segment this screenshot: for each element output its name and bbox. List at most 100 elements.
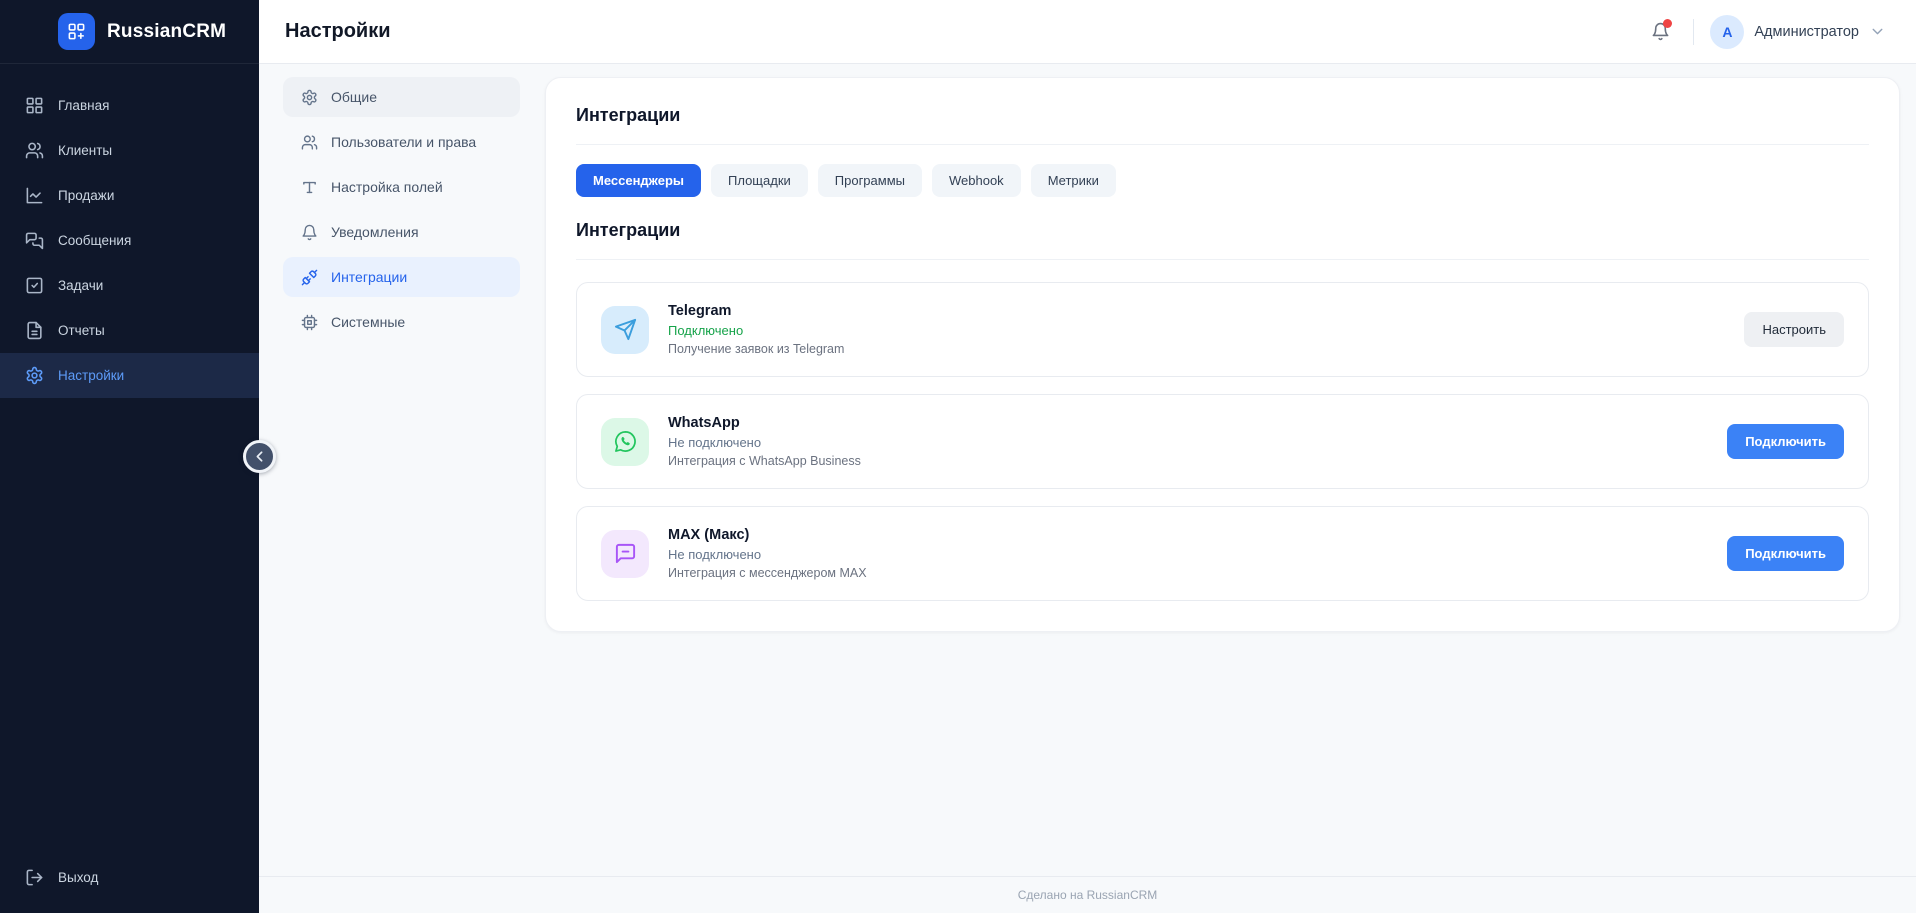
- sidebar-item-label: Клиенты: [58, 143, 113, 158]
- header-actions: А Администратор: [1643, 14, 1886, 49]
- sidebar-item-label: Сообщения: [58, 233, 132, 248]
- divider: [576, 144, 1869, 145]
- settings-tab-label: Общие: [331, 89, 378, 105]
- sidebar-item-home[interactable]: Главная: [0, 83, 259, 128]
- integration-description: Интеграция с WhatsApp Business: [668, 454, 861, 468]
- chart-line-icon: [26, 187, 43, 204]
- settings-tab-users[interactable]: Пользователи и права: [283, 122, 520, 162]
- bell-icon: [302, 224, 317, 240]
- logout-label: Выход: [58, 870, 99, 885]
- integration-name: MAX (Макс): [668, 527, 750, 543]
- sidebar-item-label: Настройки: [58, 368, 125, 383]
- tab-metrics[interactable]: Метрики: [1030, 164, 1116, 197]
- sidebar-collapse-button[interactable]: [243, 440, 276, 473]
- integration-list: Telegram Подключено Получение заявок из …: [576, 282, 1869, 601]
- integration-status: Подключено: [668, 323, 744, 338]
- document-icon: [27, 321, 42, 340]
- integration-status: Не подключено: [668, 435, 762, 450]
- check-square-icon: [26, 277, 43, 294]
- brand-logo: RussianCRM: [0, 0, 259, 64]
- brand-name: RussianCRM: [107, 20, 227, 42]
- notifications-button[interactable]: [1643, 15, 1677, 49]
- sidebar-item-reports[interactable]: Отчеты: [0, 308, 259, 353]
- integration-action: Подключить: [1727, 424, 1844, 459]
- integrations-panel: Интеграции Мессенджеры Площадки Программ…: [545, 77, 1900, 632]
- integration-description: Интеграция с мессенджером MAX: [668, 566, 867, 580]
- integration-action: Подключить: [1727, 536, 1844, 571]
- tab-programs[interactable]: Программы: [817, 164, 922, 197]
- integration-card-whatsapp: WhatsApp Не подключено Интеграция с What…: [576, 394, 1869, 489]
- logout-icon: [26, 869, 43, 886]
- section-title: Интеграции: [576, 220, 681, 240]
- app-footer: Сделано на RussianCRM: [259, 876, 1916, 913]
- settings-tab-notifications[interactable]: Уведомления: [283, 212, 520, 252]
- cpu-icon: [301, 314, 318, 330]
- sidebar-nav: Главная Клиенты Продажи Сообщения Задачи…: [0, 64, 259, 398]
- user-name: Администратор: [1754, 23, 1859, 40]
- top-header: Настройки А Администратор: [259, 0, 1916, 64]
- page-title: Настройки: [285, 20, 391, 42]
- integration-info: Telegram Подключено Получение заявок из …: [668, 303, 844, 356]
- sidebar: RussianCRM Главная Клиенты Продажи Сообщ…: [0, 0, 276, 913]
- integration-name: WhatsApp: [668, 415, 740, 431]
- chevron-left-icon: [256, 451, 263, 462]
- integration-info: MAX (Макс) Не подключено Интеграция с ме…: [668, 527, 867, 580]
- chevron-down-icon: [1872, 28, 1883, 35]
- users-icon: [301, 134, 318, 150]
- integration-info: WhatsApp Не подключено Интеграция с What…: [668, 415, 861, 468]
- settings-tab-system[interactable]: Системные: [283, 302, 520, 342]
- integration-status: Не подключено: [668, 547, 762, 562]
- integration-card-max: MAX (Макс) Не подключено Интеграция с ме…: [576, 506, 1869, 601]
- main-area: Настройки А Администратор Общие Пользова…: [259, 0, 1916, 913]
- sidebar-item-messages[interactable]: Сообщения: [0, 218, 259, 263]
- divider: [576, 259, 1869, 260]
- chat-bubbles-icon: [25, 232, 44, 250]
- settings-tab-label: Интеграции: [331, 269, 408, 285]
- logout-button[interactable]: Выход: [0, 854, 259, 913]
- connect-button[interactable]: Подключить: [1727, 424, 1844, 459]
- tab-messengers[interactable]: Мессенджеры: [576, 164, 701, 197]
- app-logo-icon: [58, 13, 95, 50]
- whatsapp-icon: [601, 417, 649, 466]
- integration-category-tabs: Мессенджеры Площадки Программы Webhook М…: [576, 164, 1869, 197]
- panel-title: Интеграции: [576, 105, 681, 125]
- settings-tab-integrations[interactable]: Интеграции: [283, 257, 520, 297]
- settings-tab-fields[interactable]: Настройка полей: [283, 167, 520, 207]
- max-messenger-icon: [601, 529, 649, 578]
- sidebar-item-settings[interactable]: Настройки: [0, 353, 259, 398]
- settings-tab-label: Уведомления: [331, 224, 419, 240]
- header-divider: [1693, 18, 1695, 45]
- integration-name: Telegram: [668, 303, 732, 319]
- notification-badge: [1663, 18, 1673, 28]
- plug-icon: [301, 269, 318, 285]
- sidebar-item-sales[interactable]: Продажи: [0, 173, 259, 218]
- telegram-icon: [601, 305, 649, 354]
- avatar: А: [1710, 14, 1745, 49]
- settings-submenu: Общие Пользователи и права Настройка пол…: [283, 77, 520, 342]
- users-icon: [25, 142, 44, 159]
- settings-content: Общие Пользователи и права Настройка пол…: [259, 64, 1916, 876]
- integration-card-telegram: Telegram Подключено Получение заявок из …: [576, 282, 1869, 377]
- connect-button[interactable]: Подключить: [1727, 536, 1844, 571]
- sidebar-item-label: Задачи: [58, 278, 104, 293]
- grid-icon: [26, 97, 43, 114]
- type-icon: [303, 181, 316, 193]
- configure-button[interactable]: Настроить: [1744, 312, 1844, 347]
- integration-action: Настроить: [1744, 312, 1844, 347]
- user-menu[interactable]: А Администратор: [1710, 14, 1886, 49]
- settings-tab-general[interactable]: Общие: [283, 77, 520, 117]
- footer-text: Сделано на RussianCRM: [1017, 888, 1158, 902]
- sidebar-item-tasks[interactable]: Задачи: [0, 263, 259, 308]
- sidebar-item-label: Продажи: [58, 188, 115, 203]
- sidebar-item-label: Главная: [58, 98, 110, 113]
- gear-icon: [302, 89, 317, 105]
- tab-platforms[interactable]: Площадки: [711, 164, 808, 197]
- sidebar-item-label: Отчеты: [58, 323, 105, 338]
- settings-tab-label: Системные: [331, 314, 406, 330]
- settings-tab-label: Настройка полей: [331, 179, 443, 195]
- tab-webhook[interactable]: Webhook: [932, 164, 1021, 197]
- integration-description: Получение заявок из Telegram: [668, 342, 845, 356]
- gear-icon: [26, 366, 43, 385]
- sidebar-item-clients[interactable]: Клиенты: [0, 128, 259, 173]
